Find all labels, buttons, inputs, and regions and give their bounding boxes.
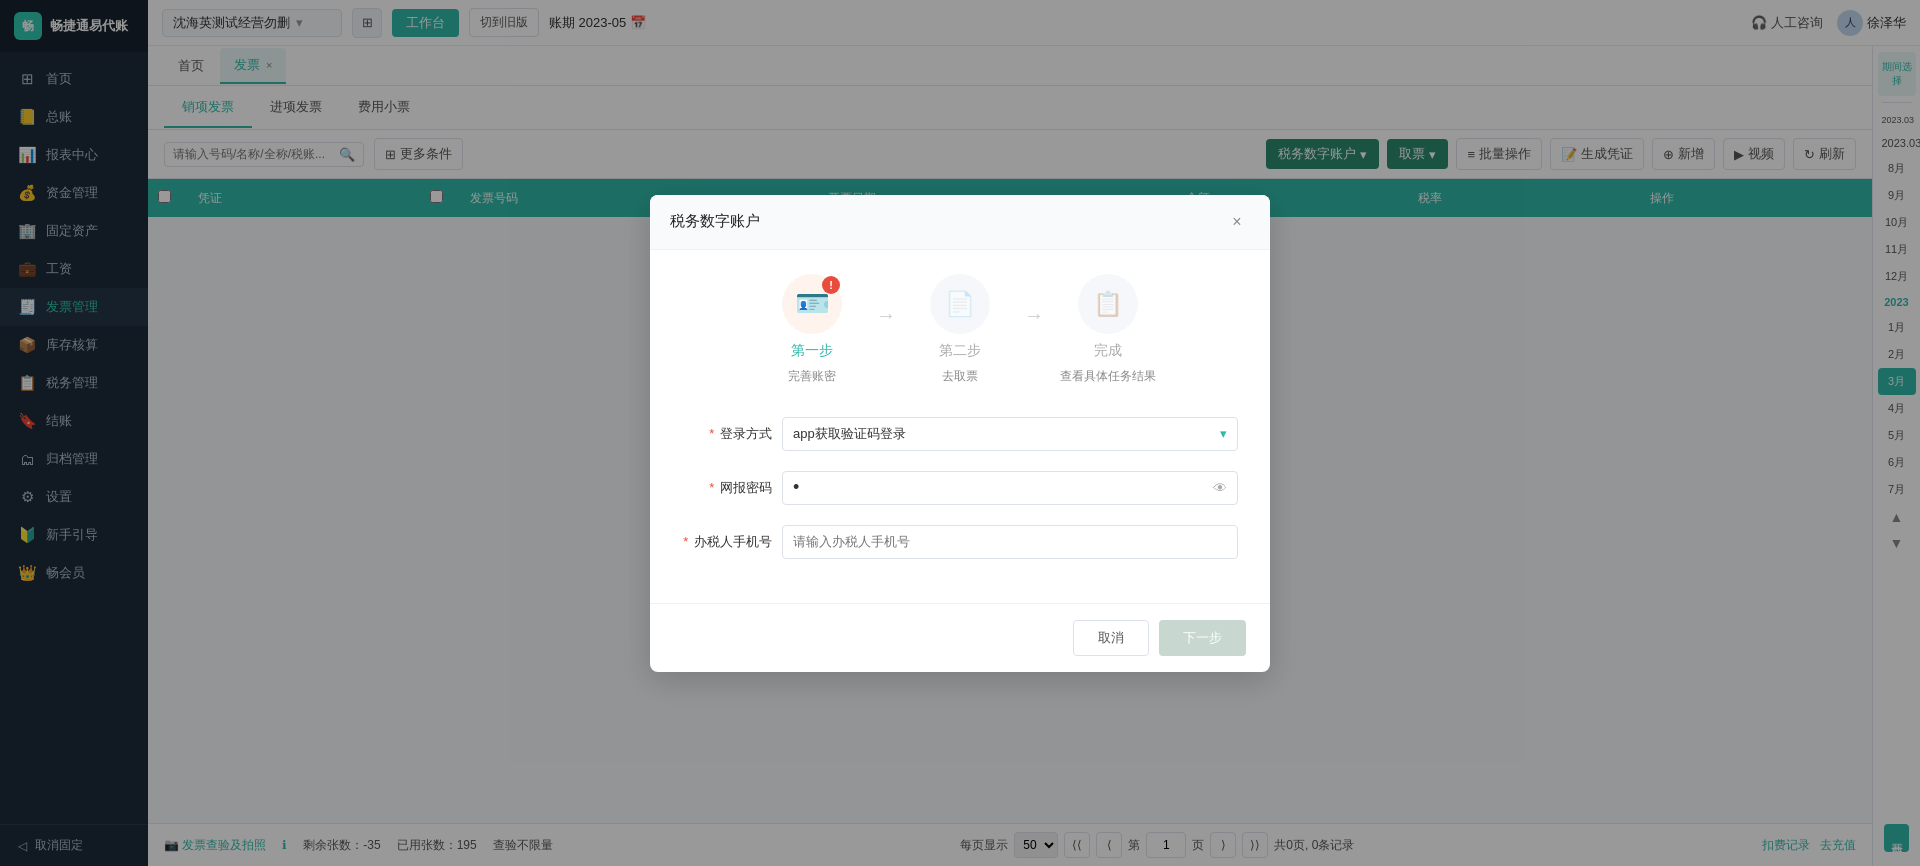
step-1: 🪪 ! 第一步 完善账密 (752, 274, 872, 385)
login-method-select[interactable]: app获取验证码登录 ▾ (782, 417, 1238, 451)
select-chevron-icon: ▾ (1220, 426, 1227, 441)
step-3: 📋 完成 查看具体任务结果 (1048, 274, 1168, 385)
step-3-icon-wrap: 📋 (1078, 274, 1138, 334)
step-2-desc: 去取票 (942, 368, 978, 385)
password-row: * 网报密码 • 👁 (682, 471, 1238, 505)
step-1-icon-wrap: 🪪 ! (782, 274, 842, 334)
arrow-2: → (1024, 304, 1044, 327)
login-method-label: * 登录方式 (682, 425, 772, 443)
steps-row: 🪪 ! 第一步 完善账密 → 📄 第二步 去取票 → (682, 274, 1238, 385)
step-1-name: 第一步 (791, 342, 833, 360)
modal-header: 税务数字账户 × (650, 195, 1270, 250)
step-2-icon: 📄 (945, 290, 975, 318)
phone-input[interactable] (782, 525, 1238, 559)
cancel-button[interactable]: 取消 (1073, 620, 1149, 656)
step-1-desc: 完善账密 (788, 368, 836, 385)
arrow-1: → (876, 304, 896, 327)
modal-footer: 取消 下一步 (650, 603, 1270, 672)
phone-row: * 办税人手机号 (682, 525, 1238, 559)
step-2-icon-wrap: 📄 (930, 274, 990, 334)
phone-label: * 办税人手机号 (682, 533, 772, 551)
modal-body: 🪪 ! 第一步 完善账密 → 📄 第二步 去取票 → (650, 250, 1270, 603)
modal-dialog: 税务数字账户 × 🪪 ! 第一步 完善账密 → 📄 (650, 195, 1270, 672)
modal-close-btn[interactable]: × (1224, 209, 1250, 235)
step-3-name: 完成 (1094, 342, 1122, 360)
password-field[interactable]: • 👁 (782, 471, 1238, 505)
next-button[interactable]: 下一步 (1159, 620, 1246, 656)
step-2-name: 第二步 (939, 342, 981, 360)
step-3-desc: 查看具体任务结果 (1060, 368, 1156, 385)
step-2: 📄 第二步 去取票 (900, 274, 1020, 385)
step-3-icon: 📋 (1093, 290, 1123, 318)
modal-title: 税务数字账户 (670, 212, 760, 231)
step-1-badge: ! (822, 276, 840, 294)
eye-icon[interactable]: 👁 (1213, 480, 1227, 496)
step-1-icon: 🪪 (795, 287, 830, 320)
password-label: * 网报密码 (682, 479, 772, 497)
login-method-row: * 登录方式 app获取验证码登录 ▾ (682, 417, 1238, 451)
modal-overlay[interactable]: 税务数字账户 × 🪪 ! 第一步 完善账密 → 📄 (0, 0, 1920, 866)
